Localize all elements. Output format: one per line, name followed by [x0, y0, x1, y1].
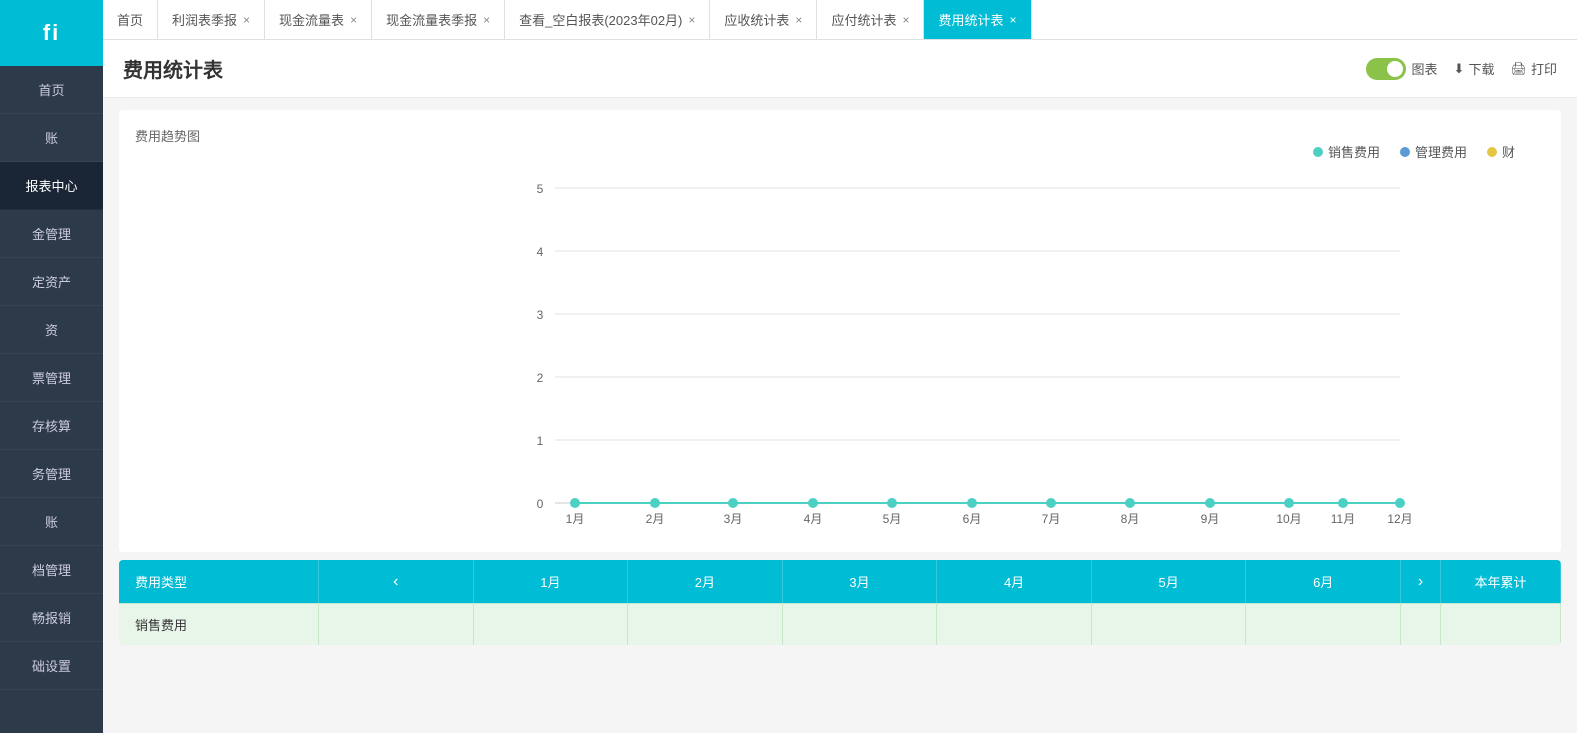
svg-text:7月: 7月 — [1042, 512, 1061, 526]
table-row: 销售费用 — [119, 603, 1561, 645]
legend-dot-finance — [1487, 147, 1497, 157]
toggle-wrap: 图表 — [1366, 58, 1438, 80]
page-header: 费用统计表 图表 ⬇ 下载 🖨 打印 — [103, 40, 1577, 98]
svg-text:1: 1 — [537, 434, 544, 448]
close-tab-receivable[interactable]: × — [795, 13, 802, 27]
row-m1 — [474, 604, 629, 645]
row-ytd — [1441, 604, 1561, 645]
svg-text:3月: 3月 — [724, 512, 743, 526]
print-button[interactable]: 🖨 打印 — [1510, 59, 1557, 78]
tab-cashflow-quarterly[interactable]: 现金流量表季报 × — [372, 0, 505, 39]
expense-table: 费用类型 ‹ 1月 2月 3月 4月 5月 6月 › 本年累计 销售费用 — [119, 560, 1561, 645]
close-tab-blank-report[interactable]: × — [688, 13, 695, 27]
sidebar: fi 首页 账 报表中心 金管理 定资产 资 票管理 存核算 务管理 账 档管理… — [0, 0, 103, 733]
sidebar-item-resource[interactable]: 资 — [0, 306, 103, 354]
close-tab-payable[interactable]: × — [902, 13, 909, 27]
col-header-type: 费用类型 — [119, 560, 319, 603]
page-content: 费用统计表 图表 ⬇ 下载 🖨 打印 费用趋势图 — [103, 40, 1577, 733]
sidebar-item-home[interactable]: 首页 — [0, 66, 103, 114]
legend-label-sales: 销售费用 — [1328, 142, 1380, 161]
download-icon: ⬇ — [1454, 61, 1465, 77]
toggle-label: 图表 — [1412, 59, 1438, 78]
row-m2 — [628, 604, 783, 645]
sidebar-item-tickets[interactable]: 票管理 — [0, 354, 103, 402]
svg-text:5: 5 — [537, 182, 544, 196]
row-m3 — [783, 604, 938, 645]
chart-toggle[interactable] — [1366, 58, 1406, 80]
legend-label-admin: 管理费用 — [1415, 142, 1467, 161]
row-type-sales: 销售费用 — [119, 604, 319, 645]
svg-text:6月: 6月 — [963, 512, 982, 526]
sidebar-item-inventory[interactable]: 存核算 — [0, 402, 103, 450]
tab-payable[interactable]: 应付统计表 × — [817, 0, 924, 39]
svg-text:2: 2 — [537, 371, 544, 385]
sidebar-item-ledger[interactable]: 账 — [0, 498, 103, 546]
svg-text:3: 3 — [537, 308, 544, 322]
col-header-m2: 2月 — [628, 560, 783, 603]
svg-text:0: 0 — [537, 497, 544, 511]
tab-receivable[interactable]: 应收统计表 × — [710, 0, 817, 39]
col-header-m5: 5月 — [1092, 560, 1247, 603]
download-button[interactable]: ⬇ 下载 — [1454, 59, 1495, 78]
sidebar-item-affairs[interactable]: 务管理 — [0, 450, 103, 498]
tab-bar: 首页 利润表季报 × 现金流量表 × 现金流量表季报 × 查看_空白报表(202… — [103, 0, 1577, 40]
row-m5 — [1092, 604, 1247, 645]
svg-text:1月: 1月 — [566, 512, 585, 526]
svg-text:5月: 5月 — [883, 512, 902, 526]
row-m4 — [937, 604, 1092, 645]
sidebar-item-account[interactable]: 账 — [0, 114, 103, 162]
legend-dot-sales — [1313, 147, 1323, 157]
next-arrow-icon[interactable]: › — [1414, 573, 1427, 591]
col-header-nav-next[interactable]: › — [1401, 560, 1441, 603]
sidebar-item-archive[interactable]: 档管理 — [0, 546, 103, 594]
tab-profit-quarterly[interactable]: 利润表季报 × — [158, 0, 265, 39]
legend-admin: 管理费用 — [1400, 142, 1467, 161]
row-m6 — [1246, 604, 1401, 645]
chart-area: 费用趋势图 销售费用 管理费用 财 — [119, 110, 1561, 552]
page-title: 费用统计表 — [123, 54, 223, 83]
tab-blank-report[interactable]: 查看_空白报表(2023年02月) × — [505, 0, 710, 39]
sidebar-item-settings[interactable]: 础设置 — [0, 642, 103, 690]
legend-finance: 财 — [1487, 142, 1515, 161]
table-header-row: 费用类型 ‹ 1月 2月 3月 4月 5月 6月 › 本年累计 — [119, 560, 1561, 603]
prev-arrow-icon[interactable]: ‹ — [389, 573, 402, 591]
col-header-m3: 3月 — [783, 560, 938, 603]
tab-cashflow[interactable]: 现金流量表 × — [265, 0, 372, 39]
row-nav-prev — [319, 604, 474, 645]
sidebar-item-expense[interactable]: 畅报销 — [0, 594, 103, 642]
close-tab-expense-stats[interactable]: × — [1009, 13, 1016, 27]
sidebar-item-reports[interactable]: 报表中心 — [0, 162, 103, 210]
tab-expense-stats[interactable]: 费用统计表 × — [924, 0, 1031, 39]
svg-text:9月: 9月 — [1201, 512, 1220, 526]
svg-text:11月: 11月 — [1331, 512, 1355, 526]
sidebar-item-assets[interactable]: 定资产 — [0, 258, 103, 306]
chart-legend: 销售费用 管理费用 财 — [1313, 142, 1515, 161]
legend-dot-admin — [1400, 147, 1410, 157]
col-header-ytd: 本年累计 — [1441, 560, 1561, 603]
svg-text:8月: 8月 — [1121, 512, 1140, 526]
svg-text:4: 4 — [537, 245, 544, 259]
sidebar-item-cash[interactable]: 金管理 — [0, 210, 103, 258]
legend-sales: 销售费用 — [1313, 142, 1380, 161]
svg-text:2月: 2月 — [646, 512, 665, 526]
print-icon: 🖨 — [1510, 61, 1527, 77]
svg-text:4月: 4月 — [804, 512, 823, 526]
close-tab-cashflow-quarterly[interactable]: × — [483, 13, 490, 27]
close-tab-profit-quarterly[interactable]: × — [243, 13, 250, 27]
line-chart-svg: 5 4 3 2 1 0 1月 2月 3月 4月 — [135, 163, 1545, 533]
svg-text:12月: 12月 — [1387, 512, 1412, 526]
header-actions: 图表 ⬇ 下载 🖨 打印 — [1366, 58, 1557, 80]
legend-label-finance: 财 — [1502, 142, 1515, 161]
col-header-m4: 4月 — [937, 560, 1092, 603]
col-header-nav-prev[interactable]: ‹ — [319, 560, 474, 603]
col-header-m6: 6月 — [1246, 560, 1401, 603]
close-tab-cashflow[interactable]: × — [350, 13, 357, 27]
tab-home[interactable]: 首页 — [103, 0, 158, 39]
sidebar-logo: fi — [0, 0, 103, 66]
main-area: 首页 利润表季报 × 现金流量表 × 现金流量表季报 × 查看_空白报表(202… — [103, 0, 1577, 733]
row-nav-next — [1401, 604, 1441, 645]
svg-text:10月: 10月 — [1276, 512, 1301, 526]
col-header-m1: 1月 — [474, 560, 629, 603]
